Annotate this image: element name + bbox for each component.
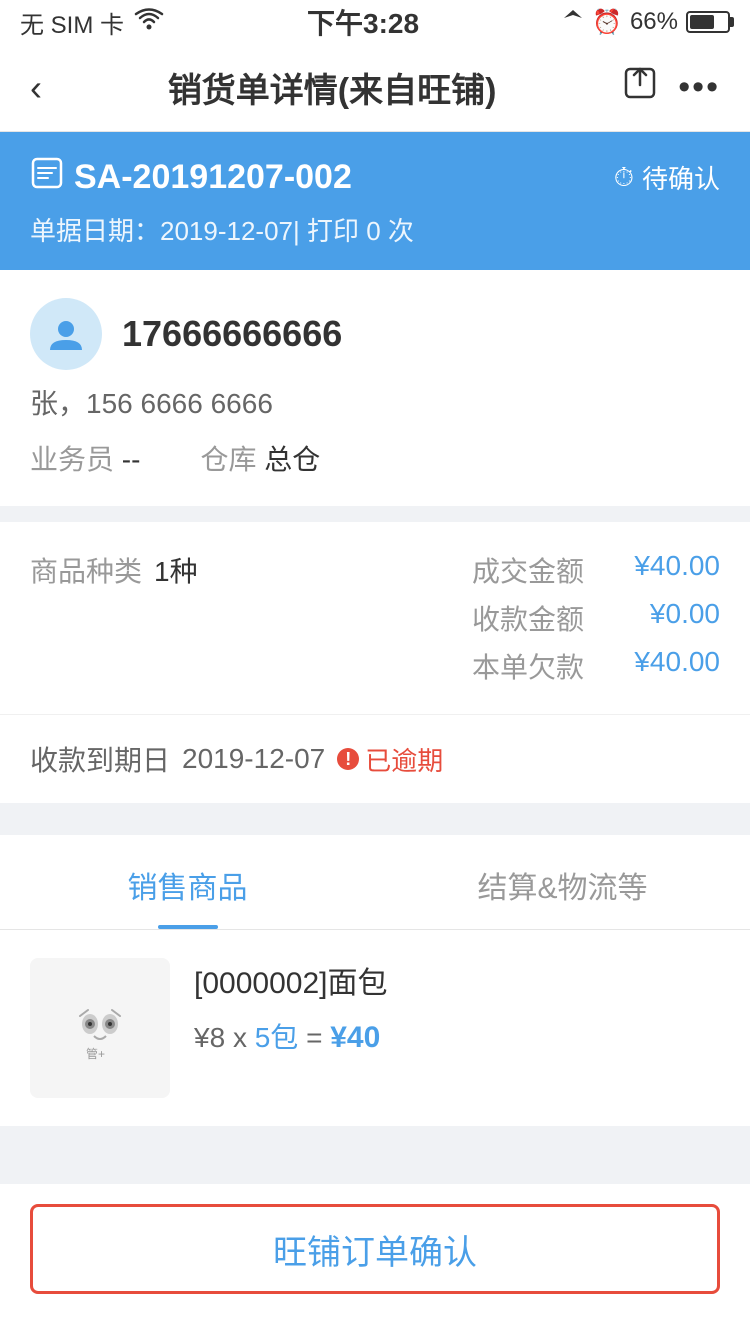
salesperson-field: 业务员 --: [30, 438, 140, 478]
received-amount: ¥0.00: [600, 598, 720, 638]
status-right: ⏰ 66%: [562, 8, 730, 37]
product-image: 管+: [30, 958, 170, 1098]
tab-settlement[interactable]: 结算&物流等: [375, 835, 750, 929]
svg-text:管+: 管+: [86, 1046, 105, 1061]
received-amount-row: 收款金额 ¥0.00: [472, 598, 720, 638]
product-name: [0000002]面包: [194, 958, 720, 1002]
status-bar: 无 SIM 卡 下午3:28 ⏰ 66%: [0, 0, 750, 44]
due-date-card: 收款到期日 2019-12-07 ! 已逾期: [0, 714, 750, 803]
tab-products[interactable]: 销售商品: [0, 835, 375, 929]
overdue-badge: ! 已逾期: [337, 741, 443, 778]
carrier-text: 无 SIM 卡: [20, 5, 124, 40]
battery-percent: 66%: [630, 8, 678, 36]
more-button[interactable]: •••: [678, 68, 720, 107]
owed-amount-row: 本单欠款 ¥40.00: [472, 646, 720, 686]
order-icon: [30, 156, 64, 199]
product-card: 管+ [0000002]面包 ¥8 x 5包 = ¥40: [0, 930, 750, 1126]
overdue-dot-icon: !: [337, 748, 359, 770]
warehouse-field: 仓库 总仓: [200, 438, 320, 478]
order-id: SA-20191207-002: [30, 156, 352, 199]
share-button[interactable]: [622, 65, 658, 110]
nav-bar: ‹ 销货单详情(来自旺铺) •••: [0, 44, 750, 132]
tabs-container: 销售商品 结算&物流等: [0, 835, 750, 930]
amount-card: 商品种类 1种 成交金额 ¥40.00 收款金额 ¥0.00 本单欠款 ¥40.…: [0, 522, 750, 714]
order-header: SA-20191207-002 ⏱ 待确认 单据日期：2019-12-07| 打…: [0, 132, 750, 270]
avatar: [30, 298, 102, 370]
confirm-btn-container: 旺铺订单确认: [0, 1184, 750, 1334]
confirm-order-button[interactable]: 旺铺订单确认: [30, 1204, 720, 1294]
battery-icon: [686, 11, 730, 33]
alarm-icon: ⏰: [592, 8, 622, 37]
customer-meta: 业务员 -- 仓库 总仓: [30, 438, 720, 478]
product-info: [0000002]面包 ¥8 x 5包 = ¥40: [194, 958, 720, 1056]
customer-phone: 17666666666: [122, 313, 342, 355]
status-clock-icon: ⏱: [614, 162, 634, 194]
divider-1: [0, 506, 750, 522]
page-title: 销货单详情(来自旺铺): [168, 63, 497, 112]
owed-amount: ¥40.00: [600, 646, 720, 686]
status-carrier: 无 SIM 卡: [20, 5, 164, 40]
customer-card: 17666666666 张，156 6666 6666 业务员 -- 仓库 总仓: [0, 270, 750, 506]
customer-details: 张，156 6666 6666: [30, 382, 720, 422]
product-types: 商品种类 1种: [30, 550, 198, 590]
due-date-label: 收款到期日: [30, 739, 170, 779]
status-text: 待确认: [642, 159, 720, 196]
status-time: 下午3:28: [307, 2, 419, 42]
nav-actions: •••: [622, 65, 720, 110]
amounts-right: 成交金额 ¥40.00 收款金额 ¥0.00 本单欠款 ¥40.00: [472, 550, 720, 686]
location-icon: [562, 8, 584, 37]
due-date-value: 2019-12-07: [182, 743, 325, 775]
order-date: 单据日期：2019-12-07| 打印 0 次: [30, 211, 720, 248]
transaction-amount: ¥40.00: [600, 550, 720, 590]
product-price: ¥8 x 5包 = ¥40: [194, 1016, 720, 1056]
back-button[interactable]: ‹: [30, 67, 42, 109]
divider-2: [0, 803, 750, 819]
wifi-icon: [134, 8, 164, 37]
transaction-amount-row: 成交金额 ¥40.00: [472, 550, 720, 590]
order-status: ⏱ 待确认: [614, 159, 720, 196]
